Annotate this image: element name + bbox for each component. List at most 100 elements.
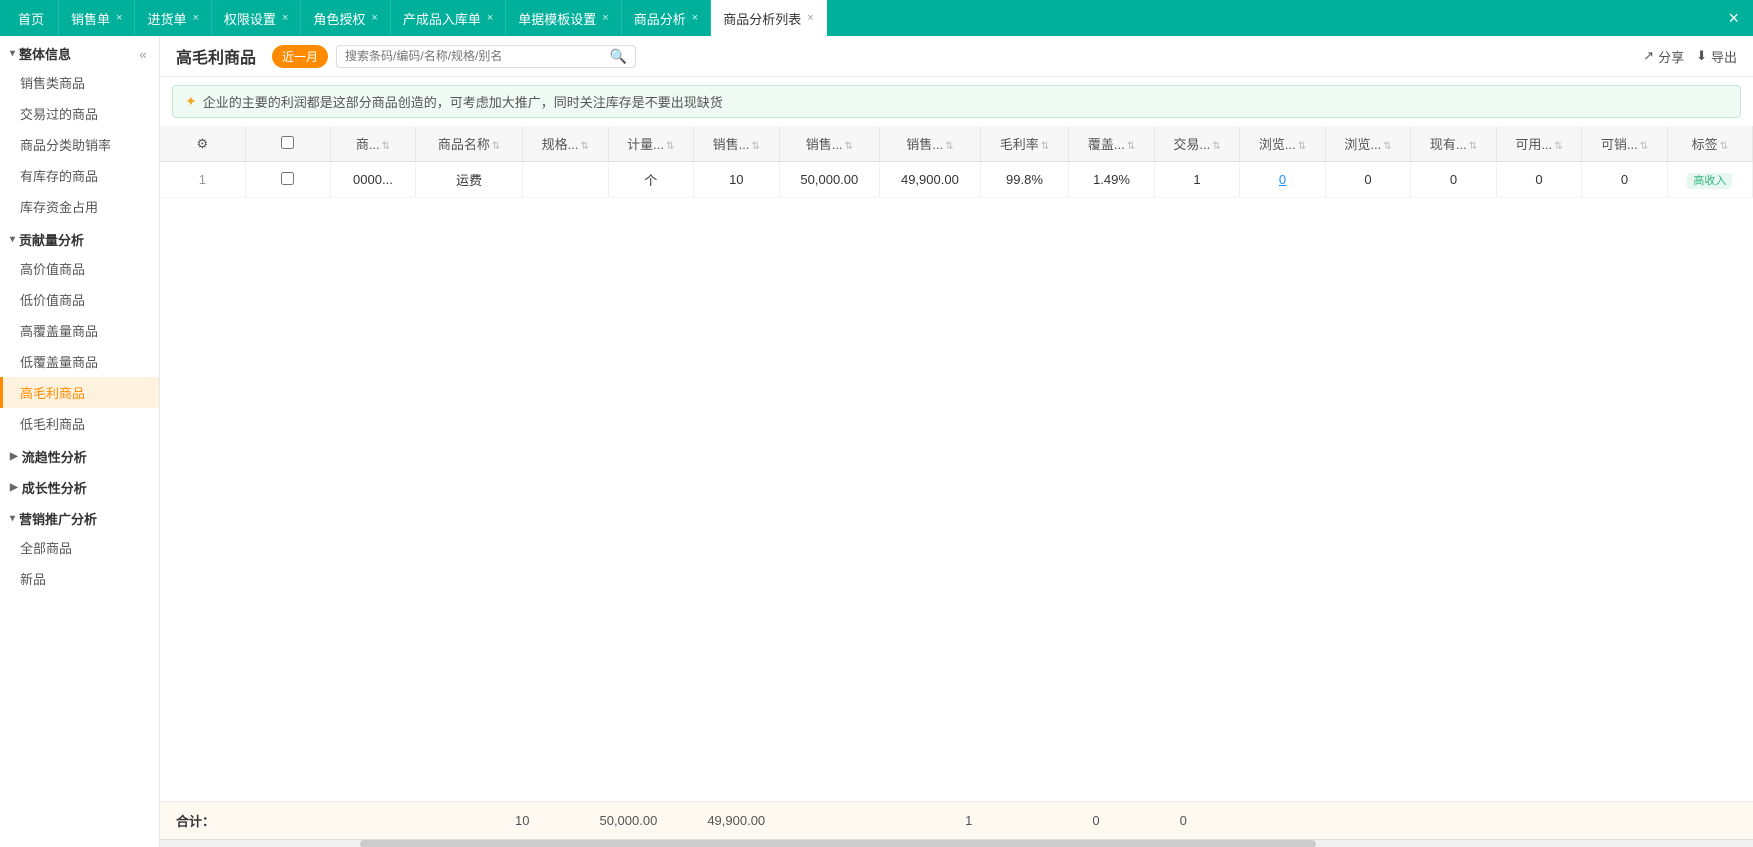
select-all-checkbox[interactable] xyxy=(281,136,294,149)
sidebar-item-category-sales-rate[interactable]: 商品分类助销率 xyxy=(0,129,159,160)
th-code[interactable]: 商...⇅ xyxy=(330,126,415,162)
nav-tab-template[interactable]: 单据模板设置 × xyxy=(506,0,621,36)
close-role-tab[interactable]: × xyxy=(371,12,377,24)
footer-sales-qty: 10 xyxy=(515,813,529,828)
th-sales-amount[interactable]: 销售...⇅ xyxy=(779,126,880,162)
cell-view2: 0 xyxy=(1325,162,1411,198)
sidebar-group-growth[interactable]: ▶ 成长性分析 xyxy=(0,470,159,501)
search-input[interactable] xyxy=(345,49,610,63)
share-button[interactable]: ↗ 分享 xyxy=(1643,47,1684,66)
nav-tab-purchase[interactable]: 进货单 × xyxy=(135,0,211,36)
sidebar-collapse-button[interactable]: « xyxy=(133,44,153,64)
nav-tab-product-analysis-list[interactable]: 商品分析列表 × xyxy=(711,0,826,36)
sidebar-group-contribution[interactable]: ▾ 贡献量分析 xyxy=(0,222,159,253)
close-purchase-tab[interactable]: × xyxy=(192,12,198,24)
cell-stock-sell: 0 xyxy=(1582,162,1668,198)
th-coverage[interactable]: 覆盖...⇅ xyxy=(1069,126,1155,162)
nav-tab-product-analysis[interactable]: 商品分析 × xyxy=(622,0,711,36)
th-checkbox xyxy=(245,126,330,162)
top-navigation: 首页 销售单 × 进货单 × 权限设置 × 角色授权 × 产成品入库单 × 单据… xyxy=(0,0,1753,36)
footer-sales-cost: 49,900.00 xyxy=(707,813,765,828)
close-template-tab[interactable]: × xyxy=(602,12,608,24)
th-stock-avail[interactable]: 可用...⇅ xyxy=(1496,126,1582,162)
info-icon: ✦ xyxy=(185,93,197,110)
cell-sales-amount: 50,000.00 xyxy=(779,162,880,198)
header-actions: ↗ 分享 ⬇ 导出 xyxy=(1643,47,1737,66)
chevron-down-icon: ▾ xyxy=(10,513,15,524)
sidebar-item-low-margin[interactable]: 低毛利商品 xyxy=(0,408,159,439)
nav-tab-home[interactable]: 首页 xyxy=(4,0,59,36)
cell-spec xyxy=(523,162,609,198)
close-product-analysis-list-tab[interactable]: × xyxy=(807,12,813,24)
th-sales-qty[interactable]: 销售...⇅ xyxy=(694,126,780,162)
footer-total-bar: 合计： 10 50,000.00 49,900.00 1 0 0 xyxy=(160,801,1753,839)
th-view1[interactable]: 浏览...⇅ xyxy=(1240,126,1326,162)
sidebar-item-high-coverage[interactable]: 高覆盖量商品 xyxy=(0,315,159,346)
sort-icon: ⇅ xyxy=(581,141,589,152)
sort-icon: ⇅ xyxy=(1554,141,1562,152)
gear-icon: ⚙ xyxy=(197,136,209,151)
search-icon[interactable]: 🔍 xyxy=(610,48,627,65)
sort-icon: ⇅ xyxy=(1640,141,1648,152)
app-close-button[interactable]: × xyxy=(1718,8,1749,29)
sort-icon: ⇅ xyxy=(1127,141,1135,152)
th-spec[interactable]: 规格...⇅ xyxy=(523,126,609,162)
sidebar-item-sales-goods[interactable]: 销售类商品 xyxy=(0,67,159,98)
footer-stock-now: 0 xyxy=(1092,813,1099,828)
nav-tab-permission[interactable]: 权限设置 × xyxy=(212,0,301,36)
th-gross-rate[interactable]: 毛利率⇅ xyxy=(980,126,1069,162)
sidebar-item-stock-capital[interactable]: 库存资金占用 xyxy=(0,191,159,222)
chevron-down-icon: ▾ xyxy=(10,234,15,245)
close-permission-tab[interactable]: × xyxy=(282,12,288,24)
cell-code: 0000... xyxy=(330,162,415,198)
info-banner: ✦ 企业的主要的利润都是这部分商品创造的，可考虑加大推广，同时关注库存是不要出现… xyxy=(172,85,1741,118)
export-button[interactable]: ⬇ 导出 xyxy=(1696,47,1737,66)
search-box: 🔍 xyxy=(336,45,636,68)
th-view2[interactable]: 浏览...⇅ xyxy=(1325,126,1411,162)
close-product-analysis-tab[interactable]: × xyxy=(692,12,698,24)
scrollbar-thumb xyxy=(360,840,1316,847)
chevron-right-icon: ▶ xyxy=(10,482,18,493)
sidebar-item-low-coverage[interactable]: 低覆盖量商品 xyxy=(0,346,159,377)
sidebar-group-trend[interactable]: ▶ 流趋性分析 xyxy=(0,439,159,470)
sidebar: « ▾ 整体信息 销售类商品 交易过的商品 商品分类助销率 有库存的商品 库存资… xyxy=(0,36,160,847)
total-label: 合计： xyxy=(176,811,215,830)
page-title: 高毛利商品 xyxy=(176,44,256,68)
sidebar-item-new-goods[interactable]: 新品 xyxy=(0,563,159,594)
export-icon: ⬇ xyxy=(1696,48,1707,64)
sort-icon: ⇅ xyxy=(1212,141,1220,152)
sort-icon: ⇅ xyxy=(945,141,953,152)
cell-gross-rate: 99.8% xyxy=(980,162,1069,198)
sidebar-group-marketing[interactable]: ▾ 营销推广分析 xyxy=(0,501,159,532)
sidebar-item-stocked-goods[interactable]: 有库存的商品 xyxy=(0,160,159,191)
sort-icon: ⇅ xyxy=(1383,141,1391,152)
th-settings[interactable]: ⚙ xyxy=(160,126,245,162)
horizontal-scrollbar[interactable] xyxy=(160,839,1753,847)
sidebar-item-high-margin[interactable]: 高毛利商品 xyxy=(0,377,159,408)
sidebar-item-traded-goods[interactable]: 交易过的商品 xyxy=(0,98,159,129)
th-trade[interactable]: 交易...⇅ xyxy=(1154,126,1240,162)
th-sales-cost[interactable]: 销售...⇅ xyxy=(880,126,981,162)
th-name[interactable]: 商品名称⇅ xyxy=(416,126,523,162)
cell-view1[interactable]: 0 xyxy=(1240,162,1326,198)
th-tag[interactable]: 标签⇅ xyxy=(1667,126,1752,162)
cell-checkbox xyxy=(245,162,330,198)
th-stock-sell[interactable]: 可销...⇅ xyxy=(1582,126,1668,162)
sidebar-item-high-value[interactable]: 高价值商品 xyxy=(0,253,159,284)
close-product-inbound-tab[interactable]: × xyxy=(487,12,493,24)
cell-coverage: 1.49% xyxy=(1069,162,1155,198)
cell-unit: 个 xyxy=(608,162,694,198)
chevron-down-icon: ▾ xyxy=(10,48,15,59)
filter-recent-month-button[interactable]: 近一月 xyxy=(272,45,328,68)
th-unit[interactable]: 计量...⇅ xyxy=(608,126,694,162)
table-area: ⚙ 商...⇅ 商品名称⇅ 规格...⇅ 计量...⇅ 销售...⇅ 销售...… xyxy=(160,126,1753,801)
content-panel: 高毛利商品 近一月 🔍 ↗ 分享 ⬇ 导出 ✦ 企业的主要的利润都是这部分商品创… xyxy=(160,36,1753,847)
row-checkbox[interactable] xyxy=(281,172,294,185)
th-stock-now[interactable]: 现有...⇅ xyxy=(1411,126,1497,162)
sidebar-item-low-value[interactable]: 低价值商品 xyxy=(0,284,159,315)
nav-tab-product-inbound[interactable]: 产成品入库单 × xyxy=(391,0,506,36)
close-sales-tab[interactable]: × xyxy=(116,12,122,24)
sidebar-item-all-goods[interactable]: 全部商品 xyxy=(0,532,159,563)
nav-tab-role[interactable]: 角色授权 × xyxy=(301,0,390,36)
nav-tab-sales[interactable]: 销售单 × xyxy=(59,0,135,36)
